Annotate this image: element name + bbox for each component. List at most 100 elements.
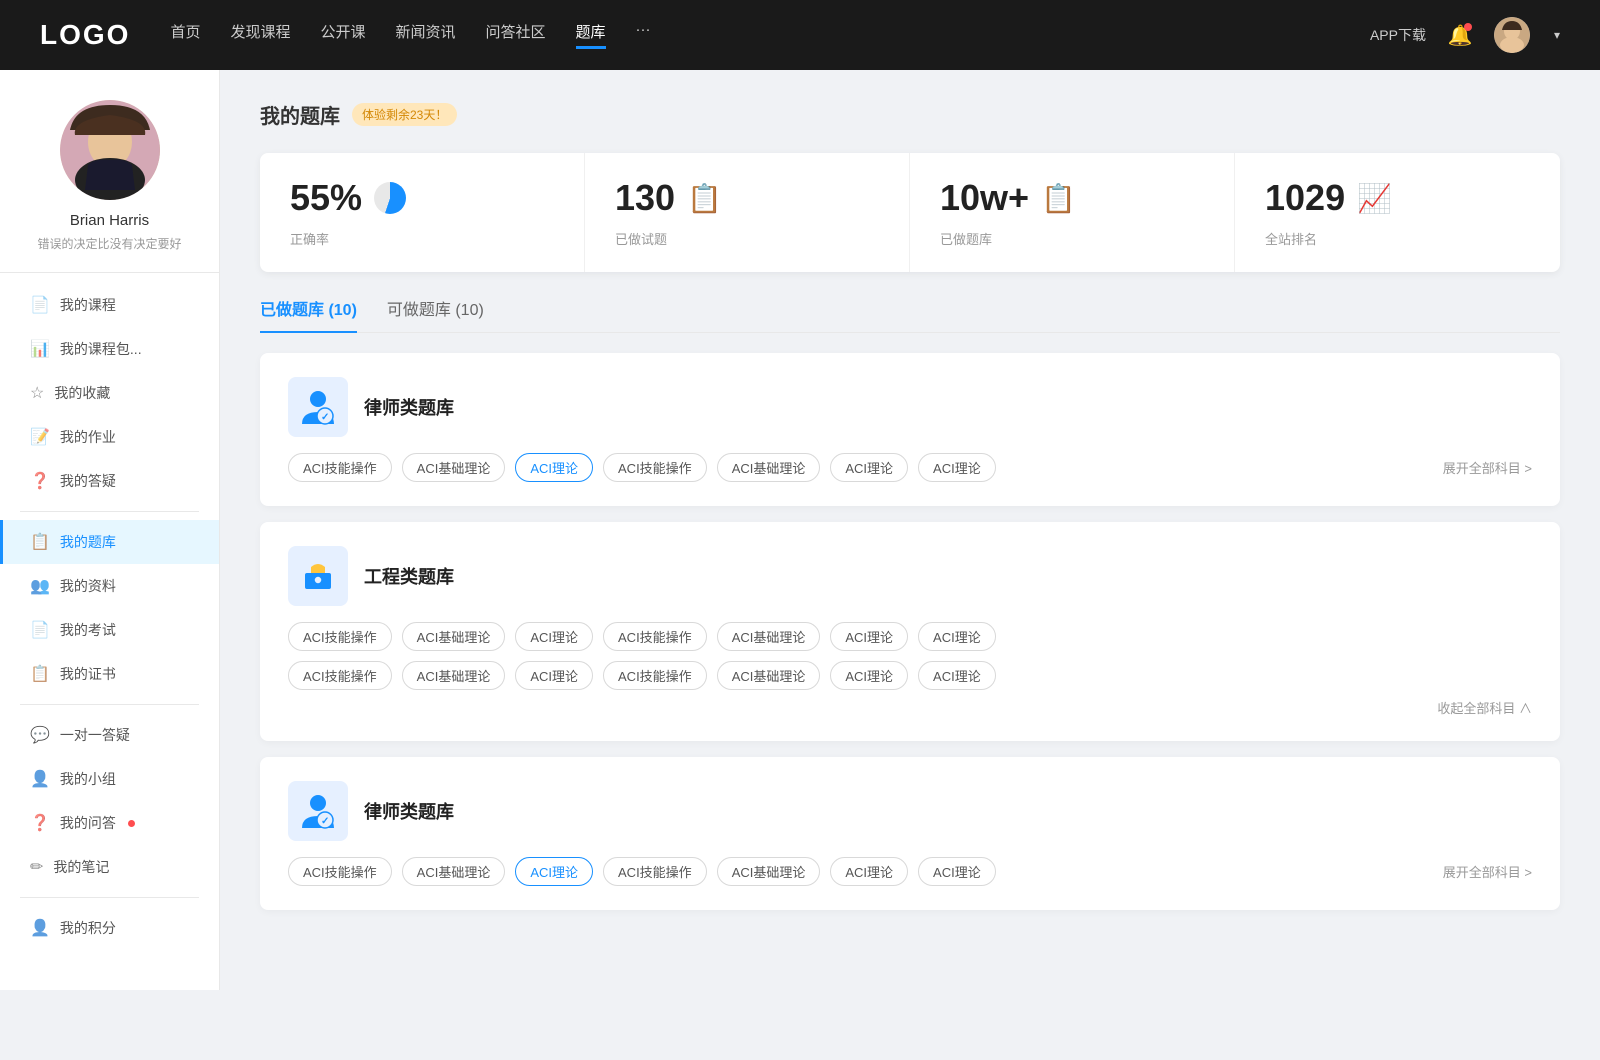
stat-done-banks: 10w+ 📋 已做题库: [910, 153, 1235, 272]
sidebar-item-question-bank[interactable]: 📋 我的题库: [0, 520, 219, 564]
tags-row-lawyer-2: ACI技能操作 ACI基础理论 ACI理论 ACI技能操作 ACI基础理论 AC…: [288, 857, 1532, 886]
notification-bell[interactable]: 🔔: [1446, 21, 1474, 49]
sidebar-item-questions[interactable]: ❓ 我的答疑: [0, 459, 219, 503]
tag-lawyer2-1[interactable]: ACI基础理论: [402, 857, 506, 886]
sidebar-divider-2: [20, 704, 199, 705]
svg-text:✓: ✓: [321, 412, 329, 423]
app-download-button[interactable]: APP下载: [1370, 25, 1426, 45]
main-content: 我的题库 体验剩余23天！ 55% 正确率 130 📋 已做试题: [220, 70, 1600, 990]
tag-eng-11[interactable]: ACI基础理论: [717, 661, 821, 690]
tabs-row: 已做题库 (10) 可做题库 (10): [260, 296, 1560, 333]
nav-home[interactable]: 首页: [170, 21, 200, 49]
topic-icon-lawyer-1: ✓: [288, 377, 348, 437]
tag-lawyer2-2[interactable]: ACI理论: [515, 857, 593, 886]
stat-accuracy-top: 55%: [290, 177, 554, 219]
sidebar-item-my-qa[interactable]: ❓ 我的问答: [0, 801, 219, 845]
done-questions-icon: 📋: [687, 182, 722, 215]
sidebar-item-profile[interactable]: 👥 我的资料: [0, 564, 219, 608]
lawyer-icon: ✓: [297, 386, 339, 428]
sidebar-item-homework[interactable]: 📝 我的作业: [0, 415, 219, 459]
profile-section: Brian Harris 错误的决定比没有决定要好: [0, 100, 219, 273]
sidebar-label-question-bank: 我的题库: [60, 532, 116, 552]
tag-lawyer1-3[interactable]: ACI技能操作: [603, 453, 707, 482]
stat-ranking-top: 1029 📈: [1265, 177, 1530, 219]
nav-more[interactable]: ···: [636, 21, 651, 49]
nav-logo: LOGO: [40, 19, 130, 51]
stat-ranking-value: 1029: [1265, 177, 1345, 219]
tab-done-banks[interactable]: 已做题库 (10): [260, 296, 357, 332]
tag-eng-10[interactable]: ACI技能操作: [603, 661, 707, 690]
sidebar-item-points[interactable]: 👤 我的积分: [0, 906, 219, 950]
tag-eng-0[interactable]: ACI技能操作: [288, 622, 392, 651]
tag-eng-5[interactable]: ACI理论: [830, 622, 908, 651]
points-icon: 👤: [30, 918, 50, 938]
tag-lawyer2-3[interactable]: ACI技能操作: [603, 857, 707, 886]
sidebar-item-one-on-one[interactable]: 💬 一对一答疑: [0, 713, 219, 757]
tag-eng-13[interactable]: ACI理论: [918, 661, 996, 690]
nav-open[interactable]: 公开课: [320, 21, 365, 49]
tag-eng-9[interactable]: ACI理论: [515, 661, 593, 690]
tag-lawyer1-0[interactable]: ACI技能操作: [288, 453, 392, 482]
sidebar-item-notes[interactable]: ✏ 我的笔记: [0, 845, 219, 889]
tab-available-banks[interactable]: 可做题库 (10): [387, 296, 484, 332]
stat-accuracy: 55% 正确率: [260, 153, 585, 272]
sidebar-item-favorites[interactable]: ☆ 我的收藏: [0, 371, 219, 415]
avatar[interactable]: [1494, 17, 1530, 53]
stat-ranking: 1029 📈 全站排名: [1235, 153, 1560, 272]
tag-eng-3[interactable]: ACI技能操作: [603, 622, 707, 651]
groups-icon: 👤: [30, 769, 50, 789]
sidebar-label-certificates: 我的证书: [60, 664, 116, 684]
trial-badge: 体验剩余23天！: [352, 103, 457, 126]
stat-done-questions-label: 已做试题: [615, 229, 879, 248]
tags-footer-engineer: 收起全部科目 ∧: [288, 698, 1532, 717]
tag-lawyer2-5[interactable]: ACI理论: [830, 857, 908, 886]
packages-icon: 📊: [30, 339, 50, 359]
expand-link-lawyer-1[interactable]: 展开全部科目 >: [1443, 458, 1532, 477]
tags-row-engineer-2: ACI技能操作 ACI基础理论 ACI理论 ACI技能操作 ACI基础理论 AC…: [288, 661, 1532, 690]
tag-eng-7[interactable]: ACI技能操作: [288, 661, 392, 690]
tag-eng-8[interactable]: ACI基础理论: [402, 661, 506, 690]
topic-title-lawyer-2: 律师类题库: [364, 798, 454, 824]
sidebar-item-exams[interactable]: 📄 我的考试: [0, 608, 219, 652]
stat-done-banks-value: 10w+: [940, 177, 1029, 219]
tag-lawyer2-0[interactable]: ACI技能操作: [288, 857, 392, 886]
nav-discover[interactable]: 发现课程: [230, 21, 290, 49]
sidebar-item-certificates[interactable]: 📋 我的证书: [0, 652, 219, 696]
lawyer-icon-2: ✓: [297, 790, 339, 832]
stat-done-questions: 130 📋 已做试题: [585, 153, 910, 272]
sidebar-label-profile: 我的资料: [60, 576, 116, 596]
nav-qa[interactable]: 问答社区: [486, 21, 546, 49]
nav-news[interactable]: 新闻资讯: [396, 21, 456, 49]
qa-notification-dot: [128, 820, 135, 827]
topic-card-lawyer-2: ✓ 律师类题库 ACI技能操作 ACI基础理论 ACI理论 ACI技能操作 AC…: [260, 757, 1560, 910]
expand-link-lawyer-2[interactable]: 展开全部科目 >: [1443, 862, 1532, 881]
sidebar-item-courses[interactable]: 📄 我的课程: [0, 283, 219, 327]
tag-lawyer2-4[interactable]: ACI基础理论: [717, 857, 821, 886]
sidebar-item-groups[interactable]: 👤 我的小组: [0, 757, 219, 801]
tag-eng-2[interactable]: ACI理论: [515, 622, 593, 651]
tag-lawyer1-1[interactable]: ACI基础理论: [402, 453, 506, 482]
tags-row-engineer-1: ACI技能操作 ACI基础理论 ACI理论 ACI技能操作 ACI基础理论 AC…: [288, 622, 1532, 651]
tag-lawyer1-6[interactable]: ACI理论: [918, 453, 996, 482]
sidebar-divider-1: [20, 511, 199, 512]
tag-lawyer1-4[interactable]: ACI基础理论: [717, 453, 821, 482]
page-header: 我的题库 体验剩余23天！: [260, 100, 1560, 129]
tag-lawyer1-5[interactable]: ACI理论: [830, 453, 908, 482]
topic-card-engineer: 工程类题库 ACI技能操作 ACI基础理论 ACI理论 ACI技能操作 ACI基…: [260, 522, 1560, 741]
nav-chevron-icon[interactable]: ▾: [1554, 28, 1560, 42]
profile-avatar[interactable]: [60, 100, 160, 200]
stat-done-questions-value: 130: [615, 177, 675, 219]
sidebar-label-points: 我的积分: [60, 918, 116, 938]
tag-eng-1[interactable]: ACI基础理论: [402, 622, 506, 651]
nav-question-bank[interactable]: 题库: [576, 21, 606, 49]
tag-eng-12[interactable]: ACI理论: [830, 661, 908, 690]
sidebar-menu: 📄 我的课程 📊 我的课程包... ☆ 我的收藏 📝 我的作业 ❓ 我的答疑 �: [0, 283, 219, 950]
tag-eng-4[interactable]: ACI基础理论: [717, 622, 821, 651]
profile-icon: 👥: [30, 576, 50, 596]
collapse-link-engineer[interactable]: 收起全部科目 ∧: [1437, 698, 1532, 717]
tag-lawyer2-6[interactable]: ACI理论: [918, 857, 996, 886]
sidebar-label-exams: 我的考试: [60, 620, 116, 640]
tag-lawyer1-2[interactable]: ACI理论: [515, 453, 593, 482]
tag-eng-6[interactable]: ACI理论: [918, 622, 996, 651]
sidebar-item-course-packages[interactable]: 📊 我的课程包...: [0, 327, 219, 371]
